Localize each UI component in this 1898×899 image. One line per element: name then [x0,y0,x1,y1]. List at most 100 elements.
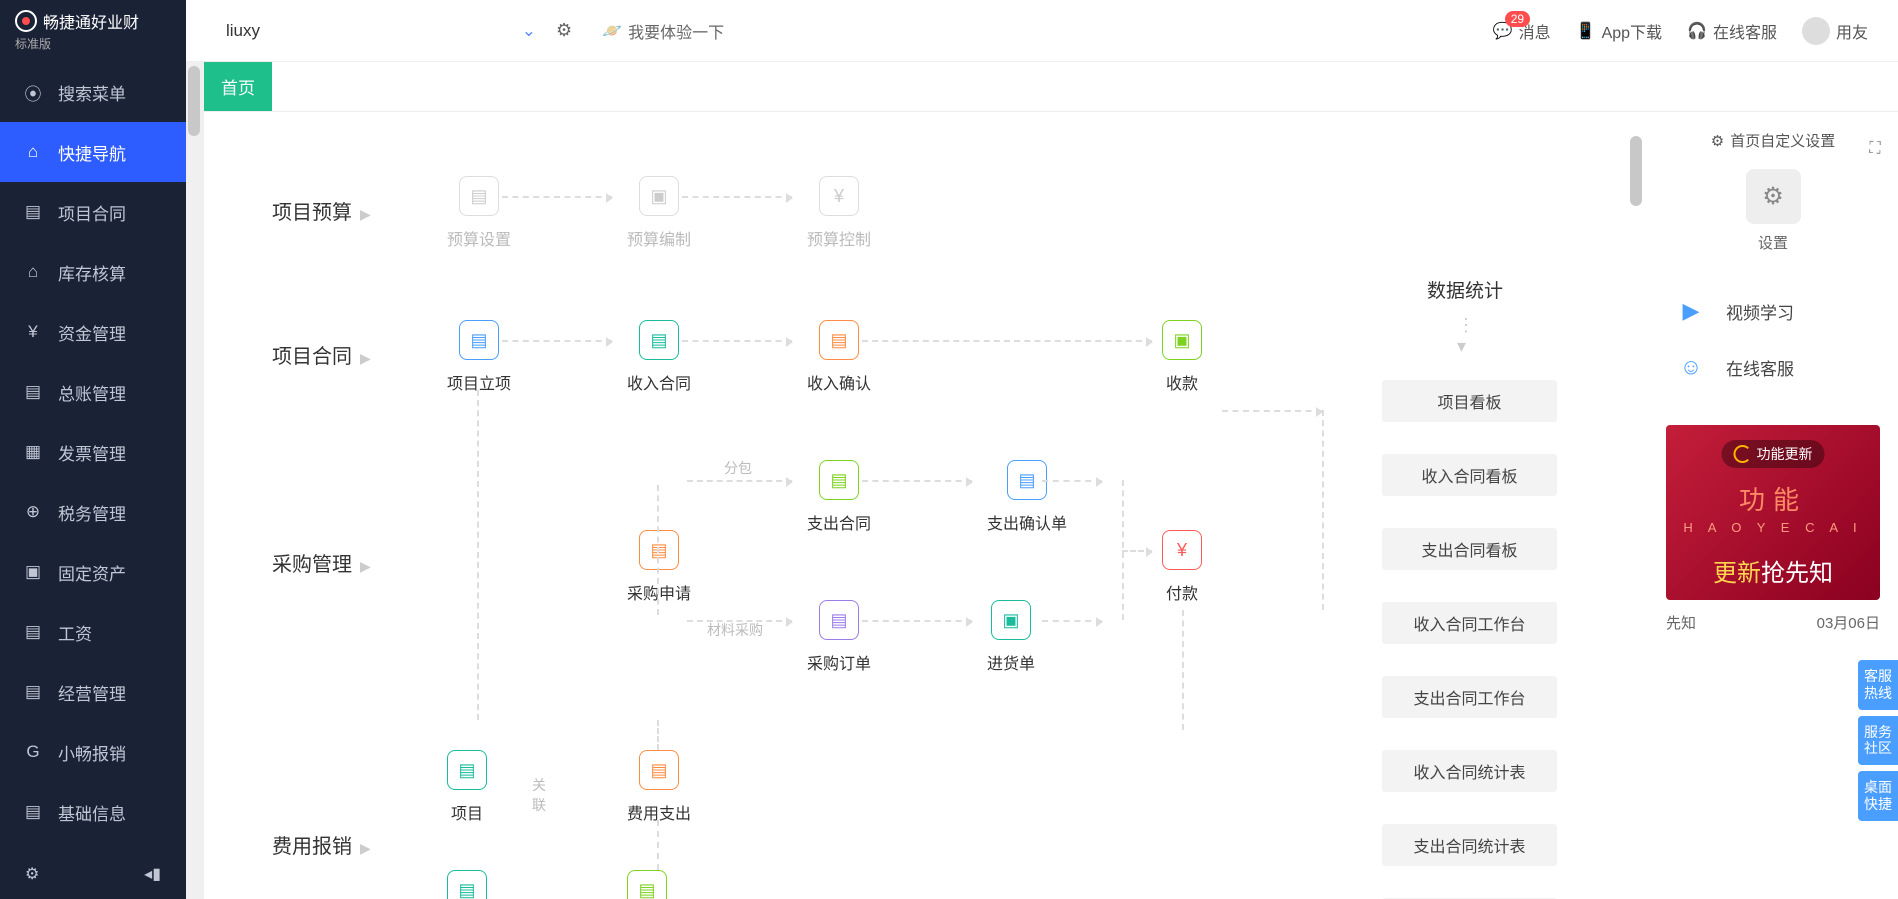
stat-btn-1[interactable]: 收入合同看板 [1382,454,1557,496]
stats-title: 数据统计 [1427,276,1503,303]
label-cailiao: 材料采购 [707,620,763,640]
nav-label: 总账管理 [58,380,126,405]
node-income-contract[interactable]: ▤收入合同 [627,320,691,394]
nav-label: 发票管理 [58,440,126,465]
play-icon[interactable]: ▶ [360,840,371,857]
stat-btn-3[interactable]: 收入合同工作台 [1382,602,1557,644]
sidebar-item-4[interactable]: ¥资金管理 [0,302,186,362]
doc-icon: ▤ [447,750,487,790]
try-button[interactable]: 🪐 我要体验一下 [602,19,724,43]
messages-button[interactable]: 💬消息29 [1493,19,1551,43]
diagram-scrollbar[interactable] [1630,136,1642,206]
nav-icon: ▣ [22,563,44,581]
user-label: 用友 [1836,19,1868,43]
phone-icon: 📱 [1576,21,1596,41]
image-icon: ▣ [639,176,679,216]
node-budget-setting[interactable]: ▤预算设置 [447,176,511,250]
sidebar-scrollbar[interactable] [186,62,204,899]
settings-button[interactable]: ⚙ [1746,169,1801,224]
top-header: 畅捷通好业财 标准版 liuxy ⌄ ⚙ 🪐 我要体验一下 💬消息29 📱App… [0,0,1898,62]
nav-icon: ▤ [22,803,44,821]
video-icon: ▶ [1676,298,1706,324]
money-icon: ▤ [639,750,679,790]
row-budget-title: 项目预算▶ [272,196,371,225]
tab-hotline[interactable]: 客服 热线 [1858,660,1898,710]
nav-icon: ⦿ [22,83,44,101]
promo-banner[interactable]: 功能更新 功能 H A O Y E C A I 更新抢先知 [1666,425,1880,600]
collapse-icon[interactable]: ◂▮ [144,864,161,884]
download-button[interactable]: 📱App下载 [1576,19,1662,43]
node-budget-edit[interactable]: ▣预算编制 [627,176,691,250]
stat-btn-5[interactable]: 收入合同统计表 [1382,750,1557,792]
play-icon[interactable]: ▶ [360,350,371,367]
doc-icon: ▤ [627,870,667,899]
label-fenbao: 分包 [724,458,752,478]
node-expense-contract[interactable]: ▤支出合同 [807,460,871,534]
planet-icon: 🪐 [602,21,622,41]
settings-icon[interactable]: ⚙ [556,20,572,41]
nav-label: 快捷导航 [58,140,126,165]
nav-label: 小畅报销 [58,740,126,765]
gear-icon: ⚙ [1711,132,1724,150]
bag-icon: ▣ [1162,320,1202,360]
node-income-confirm[interactable]: ▤收入确认 [807,320,871,394]
sidebar-item-11[interactable]: G小畅报销 [0,722,186,782]
video-label: 视频学习 [1726,299,1794,324]
node-incoming[interactable]: ▣进货单 [987,600,1035,674]
stat-btn-4[interactable]: 支出合同工作台 [1382,676,1557,718]
stat-btn-2[interactable]: 支出合同看板 [1382,528,1557,570]
node-expense-confirm[interactable]: ▤支出确认单 [987,460,1067,534]
sidebar-item-7[interactable]: ⊕税务管理 [0,482,186,542]
node-receipt[interactable]: ▣收款 [1162,320,1202,394]
sidebar-item-10[interactable]: ▤经营管理 [0,662,186,722]
floating-tabs: 客服 热线 服务 社区 桌面 快捷 [1858,660,1898,821]
node-purchase-apply[interactable]: ▤采购申请 [627,530,691,604]
row-purchase-title: 采购管理▶ [272,548,371,577]
user-menu[interactable]: 用友 [1802,17,1868,45]
sidebar-footer: ⚙ ◂▮ [0,849,186,899]
node-purchase-order[interactable]: ▤采购订单 [807,600,871,674]
node-extra-b[interactable]: ▤ [627,870,667,899]
tab-home[interactable]: 首页 [204,62,272,111]
custom-label: 首页自定义设置 [1730,130,1835,151]
sidebar-item-8[interactable]: ▣固定资产 [0,542,186,602]
tab-desktop[interactable]: 桌面 快捷 [1858,771,1898,821]
sidebar-item-9[interactable]: ▤工资 [0,602,186,662]
node-payment[interactable]: ¥付款 [1162,530,1202,604]
node-extra-a[interactable]: ▤ [447,870,487,899]
node-project-init[interactable]: ▤项目立项 [447,320,511,394]
tenant-dropdown[interactable]: liuxy ⌄ [216,14,546,48]
nav-icon: ▤ [22,383,44,401]
main-content: 首页 ⛶ 项目预算▶ ▤预算设置 ▣预算编制 ¥预算控制 项目合同▶ ▤项目立项… [204,62,1898,899]
sidebar-item-0[interactable]: ⦿搜索菜单 [0,62,186,122]
play-icon[interactable]: ▶ [360,206,371,223]
doc-icon: ▤ [459,320,499,360]
nav-icon: ▤ [22,203,44,221]
customize-header: ⚙ 首页自定义设置 [1666,130,1880,151]
play-icon[interactable]: ▶ [360,558,371,575]
tab-bar: 首页 [204,62,1898,112]
gear-icon[interactable]: ⚙ [25,864,39,884]
sidebar-item-2[interactable]: ▤项目合同 [0,182,186,242]
banner-big: 功能 [1666,480,1880,517]
sidebar-item-5[interactable]: ▤ 总账管理 [0,362,186,422]
support-button[interactable]: 🎧在线客服 [1687,19,1777,43]
sidebar-item-12[interactable]: ▤基础信息 [0,782,186,842]
sidebar-item-6[interactable]: ▦发票管理 [0,422,186,482]
sidebar-item-1[interactable]: ⌂ 快捷导航 [0,122,186,182]
row-contract-title: 项目合同▶ [272,340,371,369]
sidebar-item-3[interactable]: ⌂库存核算 [0,242,186,302]
stat-btn-0[interactable]: 项目看板 [1382,380,1557,422]
workspace: 项目预算▶ ▤预算设置 ▣预算编制 ¥预算控制 项目合同▶ ▤项目立项 ▤收入合… [204,112,1898,899]
link-video[interactable]: ▶ 视频学习 [1666,283,1880,339]
stat-btn-6[interactable]: 支出合同统计表 [1382,824,1557,866]
doc-icon: ▤ [447,870,487,899]
support-label: 在线客服 [1726,355,1794,380]
tab-community[interactable]: 服务 社区 [1858,716,1898,766]
nav-label: 经营管理 [58,680,126,705]
node-budget-control[interactable]: ¥预算控制 [807,176,871,250]
nav-icon: ⌂ [22,143,44,161]
link-support[interactable]: ☺在线客服 [1666,339,1880,395]
node-expense-pay[interactable]: ▤费用支出 [627,750,691,824]
node-project[interactable]: ▤项目 [447,750,487,824]
